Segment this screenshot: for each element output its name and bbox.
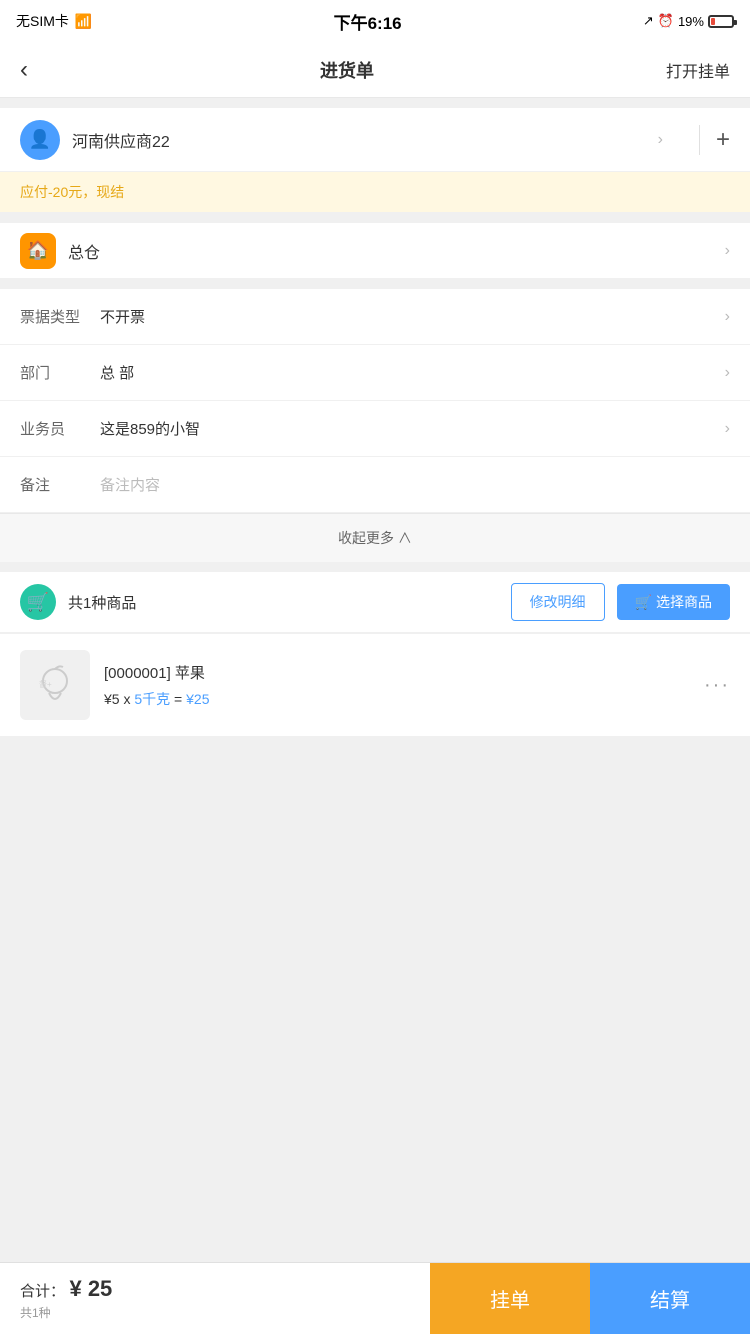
battery-label: 19% <box>678 14 704 29</box>
divider-4 <box>0 562 750 572</box>
product-total-price: ¥25 <box>186 691 209 707</box>
invoice-type-label: 票据类型 <box>20 306 100 327</box>
invoice-type-value: 不开票 <box>100 306 725 327</box>
salesperson-value: 这是859的小智 <box>100 418 725 439</box>
divider-2 <box>0 213 750 223</box>
supplier-avatar: 👤 <box>20 120 60 160</box>
warehouse-icon: 🏠 <box>20 233 56 269</box>
select-cart-icon: 🛒 <box>635 594 652 611</box>
total-amount: ¥ 25 <box>69 1276 112 1301</box>
open-hang-button[interactable]: 打开挂单 <box>666 58 730 82</box>
product-unit-price: ¥5 x <box>104 691 134 707</box>
select-product-label: 选择商品 <box>656 592 712 612</box>
select-product-button[interactable]: 🛒 选择商品 <box>617 584 730 620</box>
salesperson-row[interactable]: 业务员 这是859的小智 › <box>0 401 750 457</box>
remark-placeholder: 备注内容 <box>100 474 730 495</box>
products-icon: 🛒 <box>20 584 56 620</box>
product-code: [0000001] <box>104 665 175 682</box>
bottom-spacer <box>0 736 750 808</box>
nav-bar: ‹ 进货单 打开挂单 <box>0 42 750 98</box>
department-row[interactable]: 部门 总 部 › <box>0 345 750 401</box>
wifi-icon: 📶 <box>75 13 92 30</box>
hang-button[interactable]: 挂单 <box>430 1263 590 1334</box>
total-count: 共1种 <box>20 1304 410 1321</box>
product-price-row: ¥5 x 5千克 = ¥25 <box>104 689 704 709</box>
product-thumbnail: 督+ <box>20 650 90 720</box>
status-time: 下午6:16 <box>334 9 402 34</box>
remark-row[interactable]: 备注 备注内容 <box>0 457 750 513</box>
salesperson-chevron-icon: › <box>725 420 730 438</box>
product-more-button[interactable]: ··· <box>704 674 730 697</box>
product-item: 督+ [0000001] 苹果 ¥5 x 5千克 = ¥25 ··· <box>0 633 750 736</box>
invoice-type-row[interactable]: 票据类型 不开票 › <box>0 289 750 345</box>
supplier-chevron-icon: › <box>658 131 663 149</box>
carrier-label: 无SIM卡 <box>16 11 69 31</box>
divider-3 <box>0 279 750 289</box>
supplier-name: 河南供应商22 <box>72 128 658 152</box>
department-chevron-icon: › <box>725 364 730 382</box>
total-line: 合计： ¥ 25 <box>20 1276 410 1302</box>
product-quantity: 5千克 <box>134 691 170 707</box>
warehouse-chevron-icon: › <box>725 242 730 260</box>
page-title: 进货单 <box>320 57 374 83</box>
add-supplier-button[interactable]: + <box>716 126 730 154</box>
warehouse-row[interactable]: 🏠 总仓 › <box>0 223 750 279</box>
status-left: 无SIM卡 📶 <box>16 11 92 31</box>
status-right: ↗ ⏰ 19% <box>643 13 734 29</box>
form-section: 票据类型 不开票 › 部门 总 部 › 业务员 这是859的小智 › 备注 备注… <box>0 289 750 513</box>
invoice-chevron-icon: › <box>725 308 730 326</box>
supplier-section: 👤 河南供应商22 › + <box>0 108 750 172</box>
avatar-icon: 👤 <box>29 129 51 150</box>
alarm-icon: ⏰ <box>658 13 674 29</box>
products-count: 共1种商品 <box>68 592 499 613</box>
battery-icon <box>708 15 734 28</box>
cart-icon: 🛒 <box>27 592 49 613</box>
product-info: [0000001] 苹果 ¥5 x 5千克 = ¥25 <box>104 662 704 709</box>
products-header: 🛒 共1种商品 修改明细 🛒 选择商品 <box>0 572 750 632</box>
supplier-divider <box>699 125 700 155</box>
divider-1 <box>0 98 750 108</box>
back-button[interactable]: ‹ <box>20 56 28 84</box>
checkout-button[interactable]: 结算 <box>590 1263 750 1334</box>
product-name: [0000001] 苹果 <box>104 662 704 683</box>
edit-detail-button[interactable]: 修改明细 <box>511 583 605 621</box>
remark-label: 备注 <box>20 474 100 495</box>
payment-notice: 应付-20元，现结 <box>0 172 750 213</box>
product-equals: = <box>174 691 186 707</box>
svg-text:督+: 督+ <box>39 679 52 689</box>
salesperson-label: 业务员 <box>20 418 100 439</box>
total-label: 合计： <box>20 1283 65 1300</box>
product-title: 苹果 <box>175 665 205 682</box>
bottom-bar: 合计： ¥ 25 共1种 挂单 结算 <box>0 1262 750 1334</box>
product-thumb-icon: 督+ <box>31 661 79 709</box>
department-label: 部门 <box>20 362 100 383</box>
location-icon: ↗ <box>643 13 654 29</box>
department-value: 总 部 <box>100 362 725 383</box>
total-section: 合计： ¥ 25 共1种 <box>0 1276 430 1321</box>
collapse-button[interactable]: 收起更多 ∧ <box>0 513 750 562</box>
status-bar: 无SIM卡 📶 下午6:16 ↗ ⏰ 19% <box>0 0 750 42</box>
warehouse-name: 总仓 <box>68 239 725 263</box>
